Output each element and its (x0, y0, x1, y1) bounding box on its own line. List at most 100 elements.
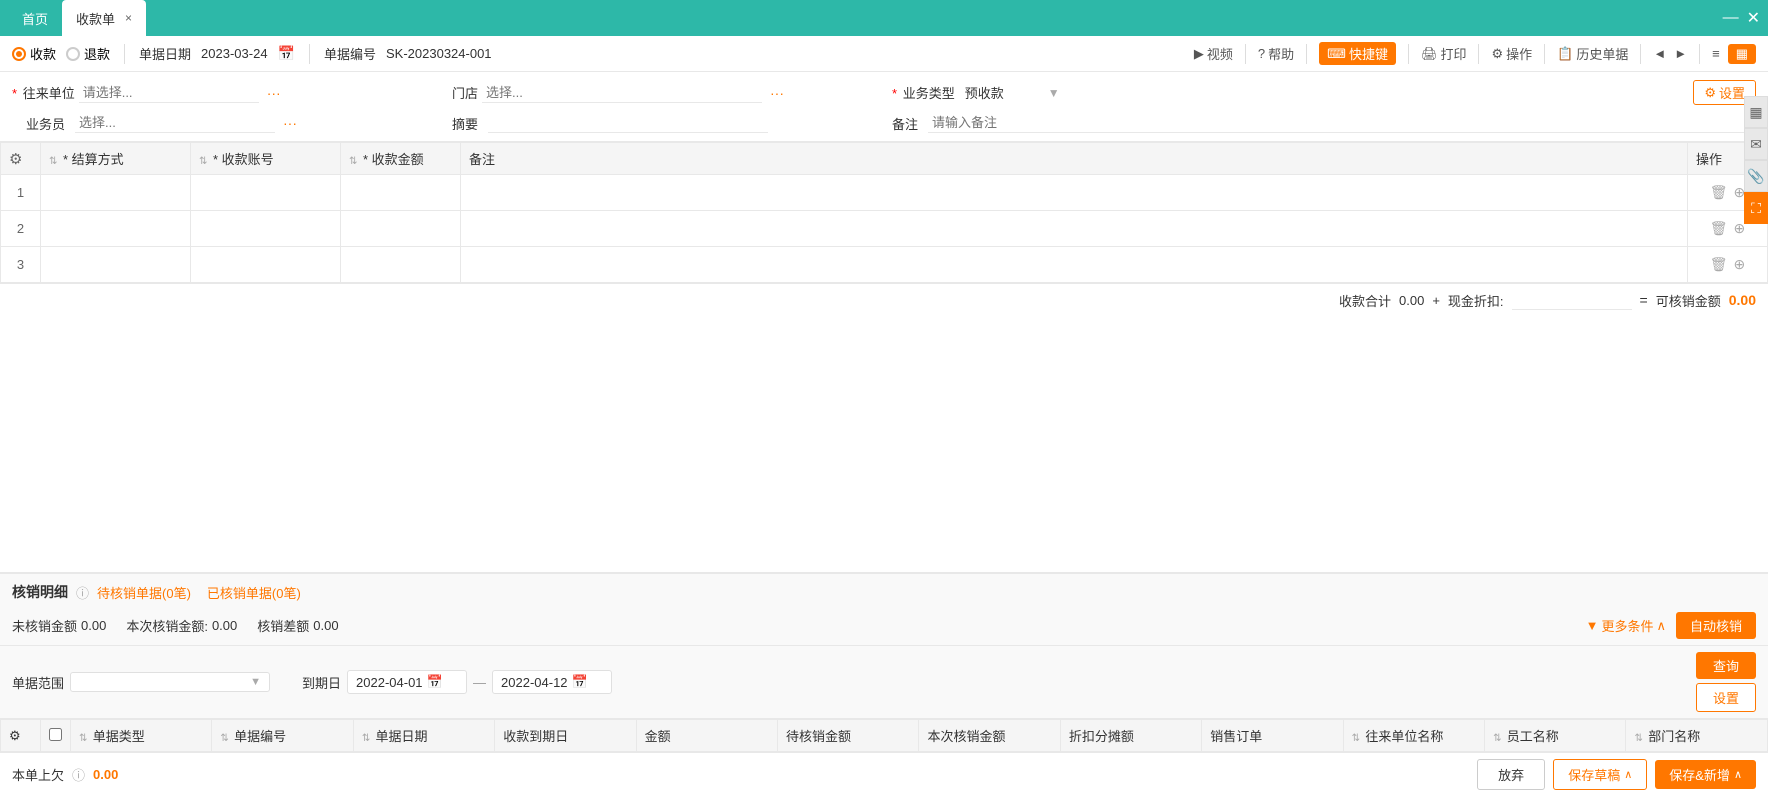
cal-to-icon[interactable]: 📅 (572, 674, 588, 690)
row-remark-2[interactable] (461, 211, 1688, 247)
tab-close-icon[interactable]: × (125, 11, 132, 25)
form-section: * 往来单位 ··· 门店 ··· * 业务类型 (0, 72, 1768, 142)
history-btn[interactable]: 📋 历史单据 (1557, 44, 1628, 63)
row-remark-1[interactable] (461, 175, 1688, 211)
table-row: 1 🗑 ⊕ (1, 175, 1768, 211)
verif-stats-row: 未核销金额 0.00 本次核销金额: 0.00 核销差额 0.00 ▼ 更多条件… (0, 610, 1768, 645)
delete-icon-2[interactable]: 🗑 (1710, 220, 1728, 237)
col-amount-header: ⇅ * 收款金额 (341, 143, 461, 175)
nav-prev-btn[interactable]: ◄ (1653, 46, 1666, 61)
col-discount-header: 折扣分摊额 (1060, 720, 1201, 752)
help-btn[interactable]: ? 帮助 (1258, 44, 1294, 63)
tab-home[interactable]: 首页 (8, 0, 62, 36)
col-checkbox-header (41, 720, 71, 752)
verif-info-icon[interactable]: ⓘ (76, 583, 89, 602)
col-sales-order-header: 销售订单 (1202, 720, 1343, 752)
header-checkbox[interactable] (49, 728, 62, 741)
row-settle-3[interactable] (41, 247, 191, 283)
footer-right: 放弃 保存草稿 ∧ 保存&新增 ∧ (1477, 759, 1756, 790)
window-minimize-icon[interactable]: — (1723, 9, 1739, 27)
sep-5 (1408, 44, 1409, 64)
delete-icon-3[interactable]: 🗑 (1710, 256, 1728, 273)
table-section: ⚙ ⇅ * 结算方式 ⇅ * 收款账号 ⇅ * 收款金额 (0, 142, 1768, 572)
due-date-field: 到期日 2022-04-01 📅 — 2022-04-12 📅 (302, 670, 612, 694)
delete-icon-1[interactable]: 🗑 (1710, 184, 1728, 201)
operate-btn[interactable]: ⚙ 操作 (1491, 44, 1532, 63)
doc-no-label: 单据编号 (324, 44, 376, 63)
bottom-section: 核销明细 ⓘ 待核销单据(0笔) 已核销单据(0笔) 未核销金额 0.00 本次… (0, 572, 1768, 796)
refund-radio[interactable]: 退款 (66, 44, 110, 63)
row-amount-2[interactable] (341, 211, 461, 247)
done-tab[interactable]: 已核销单据(0笔) (207, 583, 301, 602)
discount-label: 现金折扣: (1448, 291, 1504, 310)
counterpart-input[interactable] (79, 83, 259, 103)
remark-field: 备注 (892, 113, 1756, 133)
staff-input[interactable] (75, 113, 275, 133)
remark-label: 备注 (892, 114, 918, 133)
calendar-icon[interactable]: 📅 (278, 45, 295, 62)
col-doc-type-header: ⇅ 单据类型 (71, 720, 212, 752)
copy-icon-3[interactable]: ⊕ (1734, 256, 1746, 273)
row-remark-3[interactable] (461, 247, 1688, 283)
row-account-3[interactable] (191, 247, 341, 283)
discount-input[interactable] (1512, 290, 1632, 310)
table-header-row: ⚙ ⇅ * 结算方式 ⇅ * 收款账号 ⇅ * 收款金额 (1, 143, 1768, 175)
right-panel-mail-icon[interactable]: ✉ (1744, 128, 1768, 160)
total-value: 0.00 (1399, 293, 1424, 308)
right-panel-attach-icon[interactable]: 📎 (1744, 160, 1768, 192)
receipt-refund-toggle: 收款 退款 (12, 44, 110, 63)
date-from-input[interactable]: 2022-04-01 📅 (347, 670, 467, 694)
tab-receipt[interactable]: 收款单 × (62, 0, 146, 36)
row-account-2[interactable] (191, 211, 341, 247)
right-panel-table-icon[interactable]: ▦ (1744, 96, 1768, 128)
discard-button[interactable]: 放弃 (1477, 759, 1545, 790)
receipt-radio[interactable]: 收款 (12, 44, 56, 63)
row-amount-3[interactable] (341, 247, 461, 283)
remark-input[interactable] (928, 113, 1756, 133)
table-settings-gear[interactable]: ⚙ (9, 151, 22, 168)
operate-icon: ⚙ (1491, 46, 1503, 62)
list-icon: ≡ (1712, 46, 1720, 61)
more-conditions-btn[interactable]: ▼ 更多条件 ∧ (1586, 616, 1666, 635)
video-btn[interactable]: ▶ 视频 (1194, 44, 1233, 63)
shortcut-btn[interactable]: ⌨ 快捷键 (1319, 42, 1396, 65)
staff-more-btn[interactable]: ··· (283, 115, 297, 131)
form-row-1: * 往来单位 ··· 门店 ··· * 业务类型 (12, 80, 1756, 105)
counterpart-more-btn[interactable]: ··· (267, 85, 281, 101)
col-staff-header: ⇅ 员工名称 (1485, 720, 1626, 752)
this-order-info-icon[interactable]: ⓘ (72, 765, 85, 784)
list-view-btn[interactable]: ≡ (1712, 46, 1720, 61)
nav-next-btn[interactable]: ► (1674, 46, 1687, 61)
sep-4 (1306, 44, 1307, 64)
biz-type-arrow[interactable]: ▼ (1048, 86, 1060, 100)
row-settle-2[interactable] (41, 211, 191, 247)
cal-from-icon[interactable]: 📅 (427, 674, 443, 690)
row-settle-1[interactable] (41, 175, 191, 211)
staff-label: 业务员 (26, 114, 65, 133)
table-row: 3 🗑 ⊕ (1, 247, 1768, 283)
sort-dept: ⇅ (1634, 733, 1642, 744)
settings-gear-2[interactable]: ⚙ (9, 728, 21, 743)
row-account-1[interactable] (191, 175, 341, 211)
right-panel-expand-icon[interactable]: ⛶ (1744, 192, 1768, 224)
summary-field: 摘要 (452, 113, 832, 133)
draft-button[interactable]: 保存草稿 ∧ (1553, 759, 1647, 790)
row-amount-1[interactable] (341, 175, 461, 211)
store-input[interactable] (482, 83, 762, 103)
filter-settings-button[interactable]: 设置 (1696, 683, 1756, 712)
summary-row: 收款合计 0.00 + 现金折扣: = 可核销金额 0.00 (0, 283, 1768, 316)
pending-tab[interactable]: 待核销单据(0笔) (97, 583, 191, 602)
window-close-icon[interactable]: ✕ (1747, 8, 1760, 28)
range-field: 单据范围 ▼ (12, 672, 270, 692)
date-to-input[interactable]: 2022-04-12 📅 (492, 670, 612, 694)
auto-verif-btn[interactable]: 自动核销 (1676, 612, 1756, 639)
save-new-button[interactable]: 保存&新增 ∧ (1655, 760, 1756, 789)
footer: 本单上欠 ⓘ 0.00 放弃 保存草稿 ∧ 保存&新增 ∧ (0, 752, 1768, 796)
summary-input[interactable] (488, 113, 768, 133)
print-btn[interactable]: 🖨 打印 (1421, 44, 1467, 63)
range-select-box[interactable]: ▼ (70, 672, 270, 692)
store-more-btn[interactable]: ··· (770, 85, 784, 101)
table-row: 2 🗑 ⊕ (1, 211, 1768, 247)
top-toolbar: 收款 退款 单据日期 2023-03-24 📅 单据编号 SK-20230324… (0, 36, 1768, 72)
query-button[interactable]: 查询 (1696, 652, 1756, 679)
